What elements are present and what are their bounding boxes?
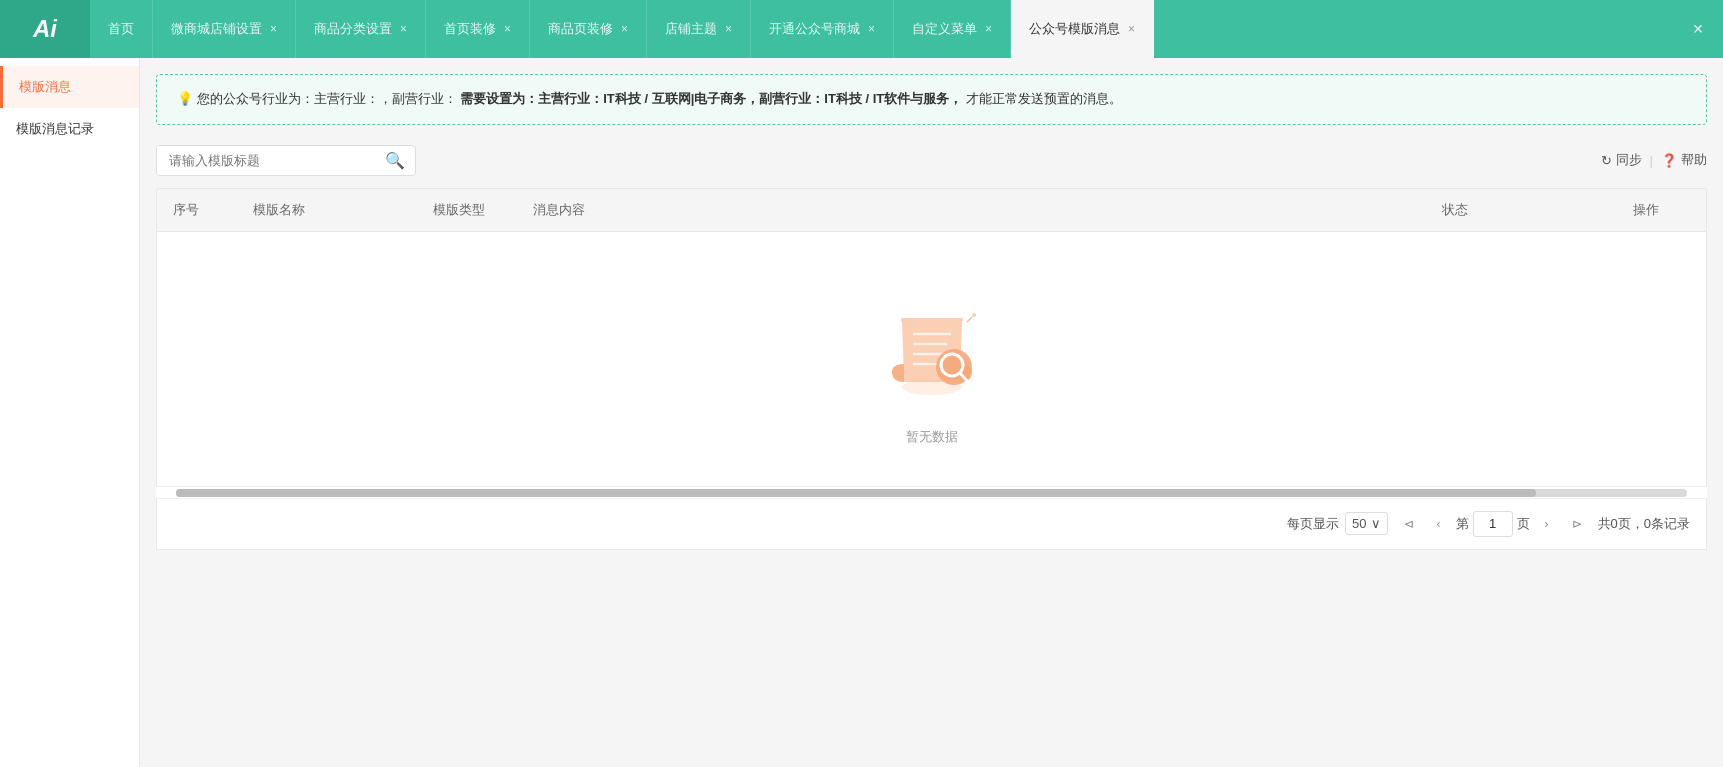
page-navigation: ⊲ ‹ 第 页 › ⊳ bbox=[1396, 511, 1590, 537]
last-page-button[interactable]: ⊳ bbox=[1564, 511, 1590, 537]
tab-close-wechat-store[interactable]: × bbox=[270, 22, 277, 36]
nav-tab-template-msg[interactable]: 公众号模版消息× bbox=[1011, 0, 1154, 58]
prev-page-button[interactable]: ‹ bbox=[1426, 511, 1452, 537]
nav-tab-store-theme[interactable]: 店铺主题× bbox=[647, 0, 751, 58]
nav-tab-homepage-decor[interactable]: 首页装修× bbox=[426, 0, 530, 58]
help-icon: ❓ bbox=[1661, 153, 1677, 168]
alert-box: 💡 您的公众号行业为：主营行业：，副营行业： 需要设置为：主营行业：IT科技 /… bbox=[156, 74, 1707, 125]
search-input-wrap: 🔍 bbox=[156, 145, 416, 176]
search-bar: 🔍 ↻ 同步 | ❓ 帮助 bbox=[156, 145, 1707, 176]
nav-tab-home[interactable]: 首页 bbox=[90, 0, 153, 58]
nav-tab-wechat-store[interactable]: 微商城店铺设置× bbox=[153, 0, 296, 58]
page-label-post: 页 bbox=[1517, 515, 1530, 533]
app-logo: Ai bbox=[0, 0, 90, 58]
page-size-label: 每页显示 bbox=[1287, 515, 1339, 533]
alert-highlight: 需要设置为：主营行业：IT科技 / 互联网|电子商务，副营行业：IT科技 / I… bbox=[460, 91, 962, 106]
horizontal-scrollbar[interactable] bbox=[156, 486, 1707, 498]
next-page-button[interactable]: › bbox=[1534, 511, 1560, 537]
svg-point-10 bbox=[972, 313, 976, 317]
tab-close-store-theme[interactable]: × bbox=[725, 22, 732, 36]
empty-text: 暂无数据 bbox=[906, 428, 958, 446]
col-header-seq: 序号 bbox=[157, 189, 237, 231]
tab-close-template-msg[interactable]: × bbox=[1128, 22, 1135, 36]
nav-tab-custom-menu[interactable]: 自定义菜单× bbox=[894, 0, 1011, 58]
page-total: 共0页，0条记录 bbox=[1598, 515, 1690, 533]
toolbar-divider: | bbox=[1650, 153, 1653, 168]
sync-button[interactable]: ↻ 同步 bbox=[1601, 151, 1642, 169]
tab-close-custom-menu[interactable]: × bbox=[985, 22, 992, 36]
tab-close-product-decor[interactable]: × bbox=[621, 22, 628, 36]
sidebar: 模版消息 模版消息记录 bbox=[0, 58, 140, 767]
tab-close-homepage-decor[interactable]: × bbox=[504, 22, 511, 36]
empty-state: 暂无数据 bbox=[157, 232, 1706, 486]
nav-tab-product-decor[interactable]: 商品页装修× bbox=[530, 0, 647, 58]
help-button[interactable]: ❓ 帮助 bbox=[1661, 151, 1707, 169]
sidebar-item-template-record[interactable]: 模版消息记录 bbox=[0, 108, 139, 150]
col-header-content: 消息内容 bbox=[517, 189, 1426, 231]
tab-close-product-category[interactable]: × bbox=[400, 22, 407, 36]
first-page-button[interactable]: ⊲ bbox=[1396, 511, 1422, 537]
top-navigation: Ai 首页微商城店铺设置×商品分类设置×首页装修×商品页装修×店铺主题×开通公众… bbox=[0, 0, 1723, 58]
col-header-name: 模版名称 bbox=[237, 189, 417, 231]
search-input[interactable] bbox=[157, 146, 375, 175]
search-icon[interactable]: 🔍 bbox=[375, 151, 415, 170]
chevron-down-icon: ∨ bbox=[1371, 516, 1381, 531]
page-size-dropdown[interactable]: 50 ∨ bbox=[1345, 512, 1387, 535]
nav-tab-open-mall[interactable]: 开通公众号商城× bbox=[751, 0, 894, 58]
toolbar-right: ↻ 同步 | ❓ 帮助 bbox=[1601, 151, 1707, 169]
col-header-status: 状态 bbox=[1426, 189, 1586, 231]
content-area: 💡 您的公众号行业为：主营行业：，副营行业： 需要设置为：主营行业：IT科技 /… bbox=[140, 58, 1723, 767]
pagination: 每页显示 50 ∨ ⊲ ‹ 第 页 › ⊳ 共0页，0条记录 bbox=[157, 498, 1706, 549]
nav-tab-product-category[interactable]: 商品分类设置× bbox=[296, 0, 426, 58]
col-header-action: 操作 bbox=[1586, 189, 1706, 231]
close-all-button[interactable]: × bbox=[1673, 0, 1723, 58]
tab-close-open-mall[interactable]: × bbox=[868, 22, 875, 36]
page-size-select: 每页显示 50 ∨ bbox=[1287, 512, 1387, 535]
nav-tabs: 首页微商城店铺设置×商品分类设置×首页装修×商品页装修×店铺主题×开通公众号商城… bbox=[90, 0, 1673, 58]
table-header: 序号 模版名称 模版类型 消息内容 状态 操作 bbox=[157, 189, 1706, 232]
sync-icon: ↻ bbox=[1601, 153, 1612, 168]
col-header-type: 模版类型 bbox=[417, 189, 517, 231]
main-layout: 模版消息 模版消息记录 💡 您的公众号行业为：主营行业：，副营行业： 需要设置为… bbox=[0, 58, 1723, 767]
empty-icon bbox=[872, 292, 992, 412]
sidebar-item-template-message[interactable]: 模版消息 bbox=[0, 66, 139, 108]
page-label-pre: 第 bbox=[1456, 515, 1469, 533]
alert-icon: 💡 bbox=[177, 91, 193, 106]
page-number-input[interactable] bbox=[1473, 511, 1513, 537]
data-table: 序号 模版名称 模版类型 消息内容 状态 操作 bbox=[156, 188, 1707, 550]
